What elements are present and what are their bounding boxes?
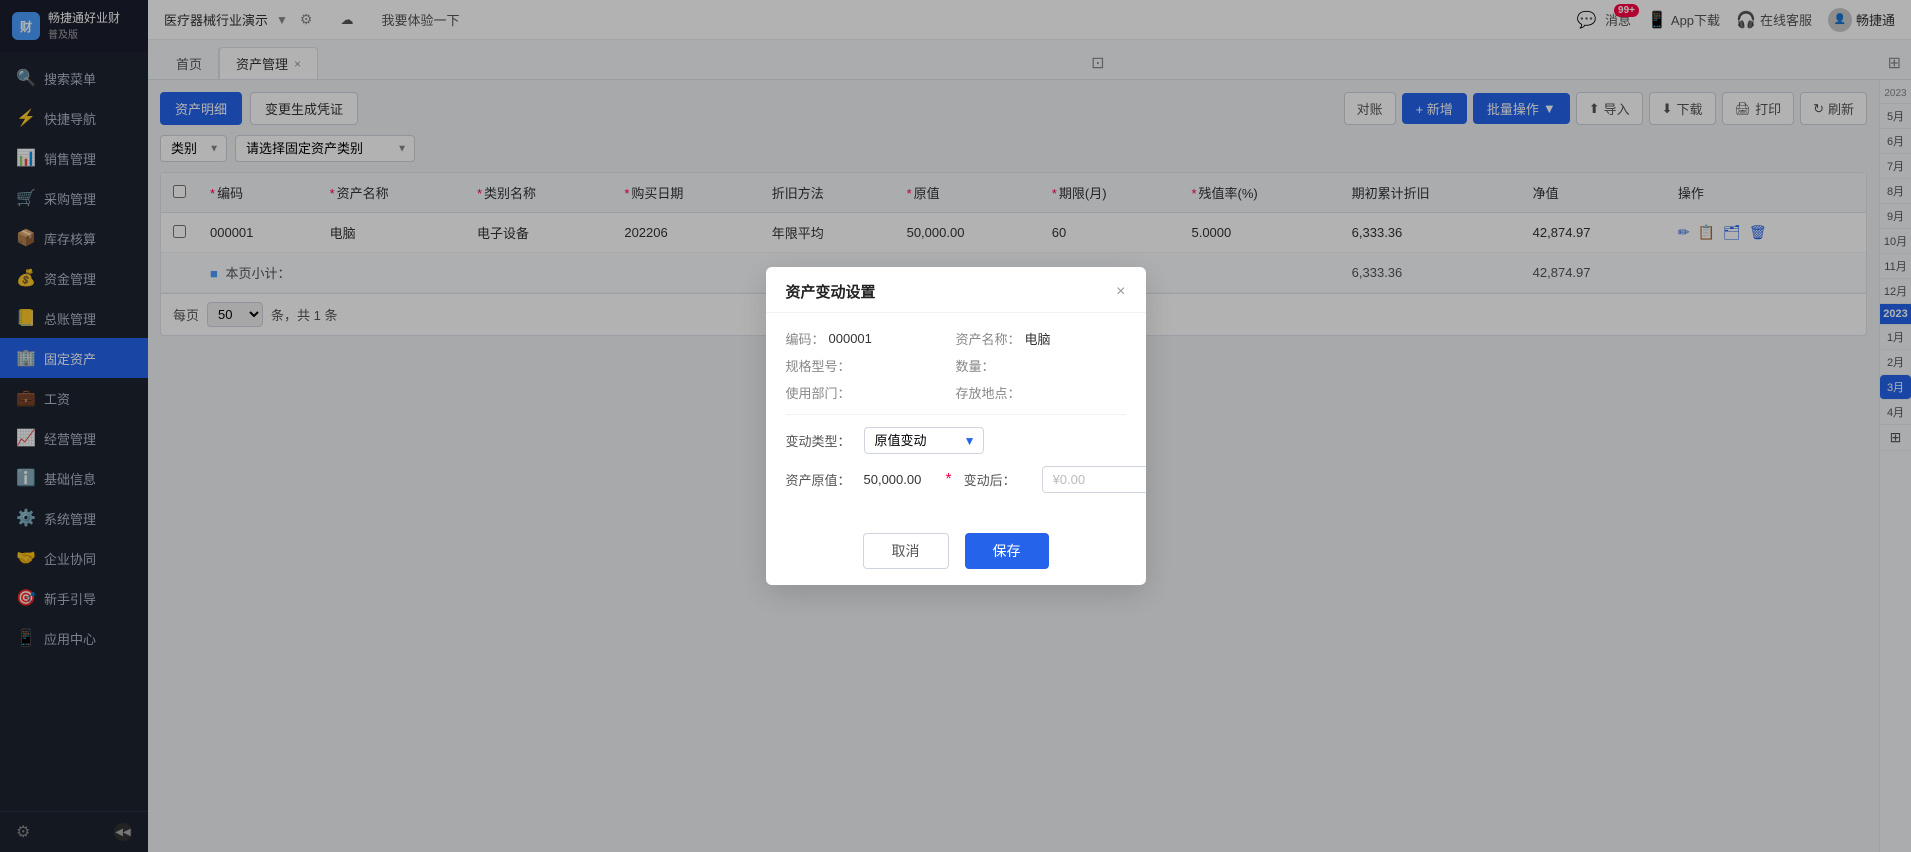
quantity-label: 数量：: [956, 356, 995, 375]
asset-value-label: 资产原值：: [786, 470, 856, 489]
code-label: 编码：: [786, 329, 825, 348]
dept-label: 使用部门：: [786, 383, 851, 402]
change-type-row: 变动类型： 原值变动 ▼: [786, 427, 1126, 454]
asset-name-value: 电脑: [1025, 329, 1051, 348]
modal-quantity-field: 数量：: [956, 356, 1126, 375]
save-button[interactable]: 保存: [965, 533, 1049, 569]
asset-value-row: 资产原值： 50,000.00 * 变动后：: [786, 466, 1126, 493]
modal-dept-field: 使用部门：: [786, 383, 956, 402]
asset-name-label: 资产名称：: [956, 329, 1021, 348]
modal-asset-name-field: 资产名称： 电脑: [956, 329, 1126, 348]
modal-title: 资产变动设置: [786, 281, 876, 302]
location-label: 存放地点：: [956, 383, 1021, 402]
asset-change-modal: 资产变动设置 × 编码： 000001 资产名称： 电脑 规格型号： 数量：: [766, 267, 1146, 585]
required-star: *: [945, 471, 951, 489]
modal-body: 编码： 000001 资产名称： 电脑 规格型号： 数量： 使用部门：: [766, 313, 1146, 521]
code-value: 000001: [829, 331, 872, 346]
modal-footer: 取消 保存: [766, 521, 1146, 585]
asset-value: 50,000.00: [864, 472, 922, 487]
modal-info-grid: 编码： 000001 资产名称： 电脑 规格型号： 数量： 使用部门：: [786, 329, 1126, 402]
modal-divider: [786, 414, 1126, 415]
spec-label: 规格型号：: [786, 356, 851, 375]
change-type-select-wrap: 原值变动 ▼: [864, 427, 984, 454]
modal-location-field: 存放地点：: [956, 383, 1126, 402]
modal-code-field: 编码： 000001: [786, 329, 956, 348]
modal-close-button[interactable]: ×: [1116, 283, 1125, 301]
modal-spec-field: 规格型号：: [786, 356, 956, 375]
cancel-button[interactable]: 取消: [863, 533, 949, 569]
modal-overlay: 资产变动设置 × 编码： 000001 资产名称： 电脑 规格型号： 数量：: [0, 0, 1911, 852]
after-value-input[interactable]: [1042, 466, 1146, 493]
change-type-select[interactable]: 原值变动: [864, 427, 984, 454]
modal-header: 资产变动设置 ×: [766, 267, 1146, 313]
change-type-label: 变动类型：: [786, 431, 856, 450]
after-label: 变动后：: [964, 470, 1034, 489]
